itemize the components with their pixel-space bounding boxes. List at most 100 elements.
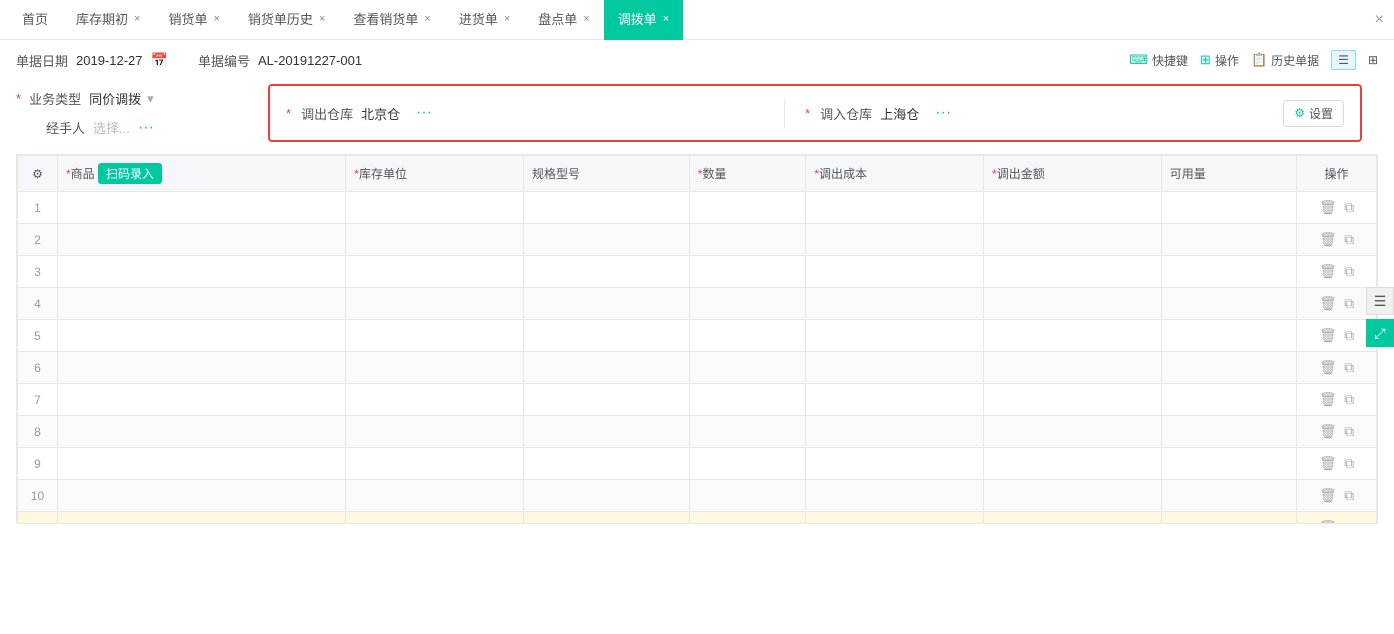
delete-icon[interactable]: 🗑 [1319, 295, 1337, 311]
tab-purchase-close[interactable]: × [504, 13, 510, 25]
cost-cell[interactable] [806, 224, 984, 256]
cost-cell[interactable] [806, 448, 984, 480]
amount-cell[interactable] [984, 224, 1162, 256]
amount-cell[interactable]: 0.00 [984, 512, 1162, 525]
cost-cell[interactable] [806, 384, 984, 416]
amount-cell[interactable] [984, 480, 1162, 512]
delete-icon[interactable]: 🗑 [1319, 327, 1337, 343]
tab-transfer[interactable]: 调拨单 × [604, 0, 683, 40]
target-warehouse-dots[interactable]: ··· [935, 104, 951, 122]
qty-cell[interactable] [689, 384, 806, 416]
source-warehouse-dots[interactable]: ··· [416, 104, 432, 122]
tab-sales-order[interactable]: 销货单 × [154, 0, 233, 40]
person-dots-btn[interactable]: ··· [138, 119, 154, 137]
copy-icon[interactable]: ⧉ [1344, 199, 1354, 215]
cost-cell[interactable] [806, 320, 984, 352]
unit-cell[interactable] [346, 384, 524, 416]
spec-cell[interactable] [523, 384, 689, 416]
product-cell[interactable] [58, 480, 346, 512]
gear-col-header[interactable]: ⚙ [18, 156, 58, 192]
qty-cell[interactable] [689, 224, 806, 256]
tab-home[interactable]: 首页 [8, 0, 62, 40]
delete-icon[interactable]: 🗑 [1319, 487, 1337, 503]
qty-cell[interactable] [689, 288, 806, 320]
qty-cell[interactable]: 0.00 [689, 512, 806, 525]
tab-view-sales[interactable]: 查看销货单 × [339, 0, 444, 40]
product-cell[interactable] [58, 288, 346, 320]
window-close-button[interactable]: × [1375, 11, 1384, 29]
spec-cell[interactable] [523, 480, 689, 512]
qty-cell[interactable] [689, 192, 806, 224]
business-type-select[interactable]: 同价调拨 ▾ [89, 89, 189, 108]
spec-cell[interactable] [523, 288, 689, 320]
spec-cell[interactable] [523, 352, 689, 384]
qty-cell[interactable] [689, 320, 806, 352]
amount-cell[interactable] [984, 320, 1162, 352]
unit-cell[interactable] [346, 192, 524, 224]
delete-icon[interactable]: 🗑 [1319, 263, 1337, 279]
side-list-btn[interactable]: ☰ [1366, 287, 1394, 315]
tab-inventory-close[interactable]: × [583, 13, 589, 25]
tab-transfer-close[interactable]: × [663, 13, 669, 25]
copy-icon[interactable]: ⧉ [1344, 487, 1354, 503]
cost-cell[interactable] [806, 480, 984, 512]
cost-cell[interactable] [806, 192, 984, 224]
amount-cell[interactable] [984, 352, 1162, 384]
unit-cell[interactable] [346, 288, 524, 320]
product-cell[interactable] [58, 352, 346, 384]
cost-cell[interactable] [806, 256, 984, 288]
unit-cell[interactable] [346, 512, 524, 525]
layout2-btn[interactable]: ⊞ [1368, 53, 1378, 67]
tab-sales-order-close[interactable]: × [213, 13, 219, 25]
qty-cell[interactable] [689, 352, 806, 384]
qty-cell[interactable] [689, 256, 806, 288]
spec-cell[interactable] [523, 192, 689, 224]
tab-stock-init-close[interactable]: × [134, 13, 140, 25]
person-input[interactable]: 选择... [93, 118, 130, 137]
spec-cell[interactable] [523, 416, 689, 448]
calendar-icon[interactable]: 📅 [151, 52, 168, 69]
product-cell[interactable] [58, 256, 346, 288]
layout1-btn[interactable]: ☰ [1331, 50, 1356, 70]
unit-cell[interactable] [346, 320, 524, 352]
delete-icon[interactable]: 🗑 [1319, 519, 1337, 524]
amount-cell[interactable] [984, 416, 1162, 448]
tab-stock-init[interactable]: 库存期初 × [62, 0, 154, 40]
copy-icon[interactable]: ⧉ [1344, 231, 1354, 247]
qty-cell[interactable] [689, 416, 806, 448]
spec-cell[interactable] [523, 448, 689, 480]
product-cell[interactable] [58, 384, 346, 416]
scan-button[interactable]: 扫码录入 [98, 163, 162, 184]
shortcut-btn[interactable]: ⌨ 快捷键 [1129, 52, 1188, 69]
product-cell[interactable] [58, 416, 346, 448]
copy-icon[interactable]: ⧉ [1344, 391, 1354, 407]
product-cell[interactable] [58, 448, 346, 480]
unit-cell[interactable] [346, 256, 524, 288]
copy-icon[interactable]: ⧉ [1344, 455, 1354, 471]
delete-icon[interactable]: 🗑 [1319, 359, 1337, 375]
product-cell[interactable] [58, 224, 346, 256]
tab-view-sales-close[interactable]: × [424, 13, 430, 25]
cost-cell[interactable] [806, 352, 984, 384]
delete-icon[interactable]: 🗑 [1319, 455, 1337, 471]
amount-cell[interactable] [984, 384, 1162, 416]
tab-sales-history-close[interactable]: × [319, 13, 325, 25]
product-cell[interactable] [58, 512, 346, 525]
qty-cell[interactable] [689, 480, 806, 512]
unit-cell[interactable] [346, 416, 524, 448]
delete-icon[interactable]: 🗑 [1319, 231, 1337, 247]
unit-cell[interactable] [346, 480, 524, 512]
history-btn[interactable]: 📋 历史单据 [1251, 52, 1319, 69]
side-expand-btn[interactable]: ⤢ [1366, 319, 1394, 347]
amount-cell[interactable] [984, 256, 1162, 288]
amount-cell[interactable] [984, 448, 1162, 480]
tab-sales-history[interactable]: 销货单历史 × [234, 0, 339, 40]
cost-cell[interactable]: 0.00 [806, 512, 984, 525]
cost-cell[interactable] [806, 416, 984, 448]
copy-icon[interactable]: ⧉ [1344, 423, 1354, 439]
copy-icon[interactable]: ⧉ [1344, 295, 1354, 311]
qty-cell[interactable] [689, 448, 806, 480]
unit-cell[interactable] [346, 224, 524, 256]
delete-icon[interactable]: 🗑 [1319, 391, 1337, 407]
unit-cell[interactable] [346, 352, 524, 384]
